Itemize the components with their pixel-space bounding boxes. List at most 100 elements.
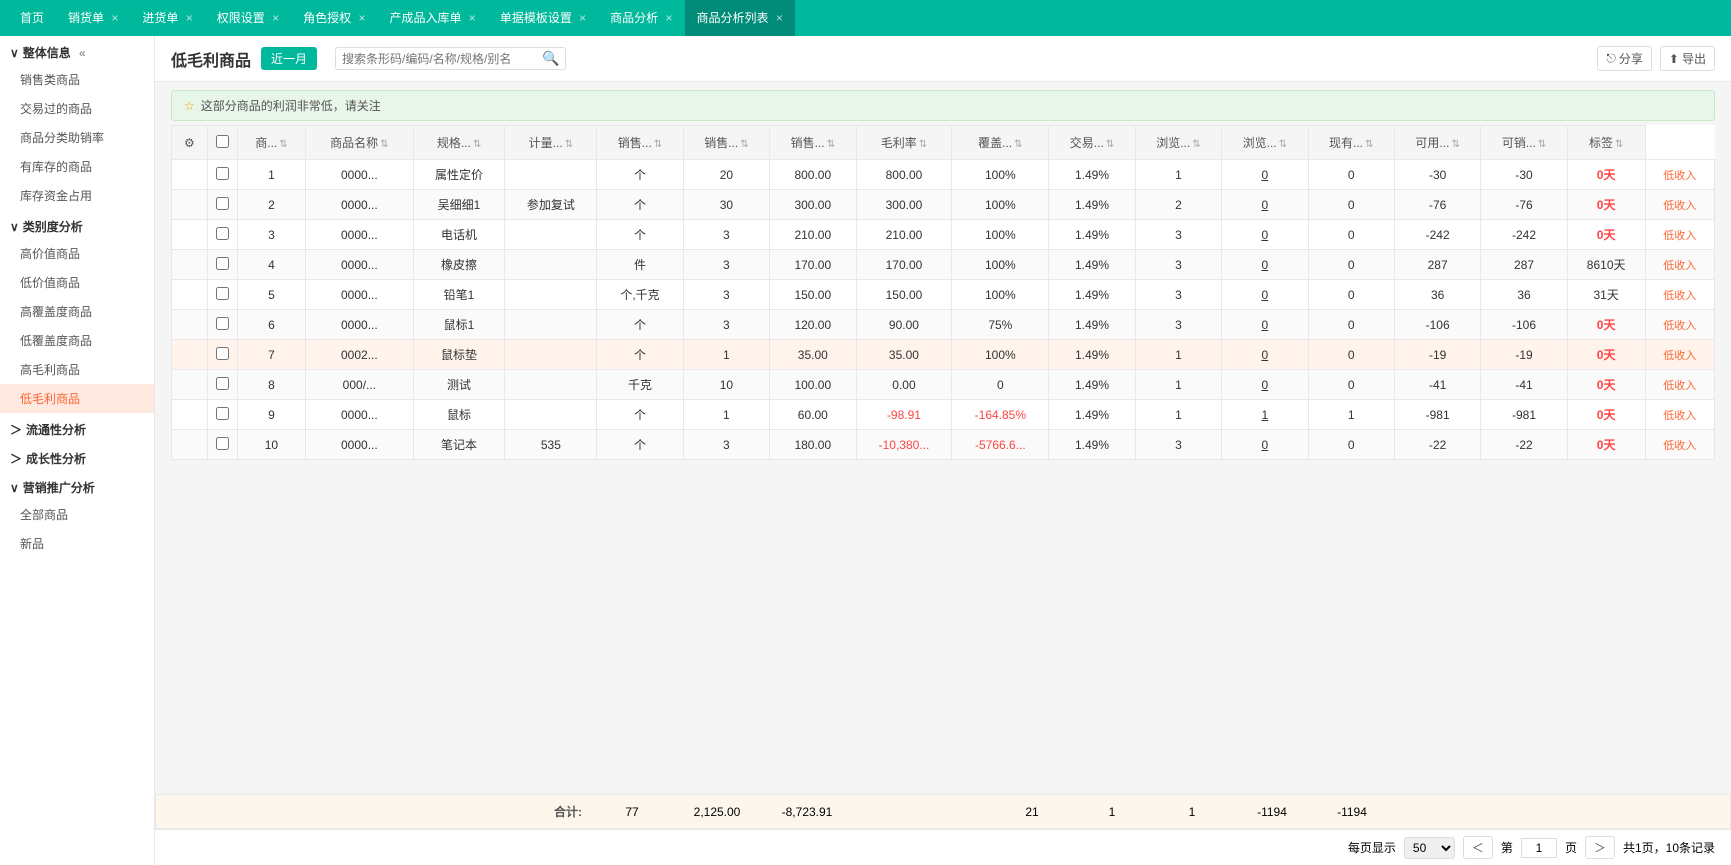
col-code[interactable]: 商...⇅: [237, 126, 305, 160]
search-icon[interactable]: 🔍: [542, 50, 559, 67]
sidebar-item-stock-products[interactable]: 有库存的商品: [0, 152, 154, 181]
close-icon[interactable]: ×: [111, 11, 118, 25]
sidebar-item-traded-products[interactable]: 交易过的商品: [0, 94, 154, 123]
col-name[interactable]: 商品名称⇅: [306, 126, 413, 160]
row-view-count1[interactable]: 0: [1222, 310, 1308, 340]
total-sale-amount: 2,125.00: [672, 805, 762, 819]
sidebar-item-high-value[interactable]: 高价值商品: [0, 239, 154, 268]
search-input[interactable]: [342, 52, 542, 66]
row-tag: 低收入: [1645, 370, 1714, 400]
col-view-count2[interactable]: 浏览...⇅: [1222, 126, 1308, 160]
row-view-count1[interactable]: 0: [1222, 250, 1308, 280]
row-coverage: 1.49%: [1049, 340, 1135, 370]
row-checkbox[interactable]: [207, 250, 237, 280]
row-tag: 低收入: [1645, 280, 1714, 310]
sidebar-group-growth-title[interactable]: ＞ 成长性分析: [0, 442, 154, 471]
sidebar-item-low-margin[interactable]: 低毛利商品: [0, 384, 154, 413]
col-gross-rate[interactable]: 毛利率⇅: [856, 126, 952, 160]
nav-purchase-order[interactable]: 进货单 ×: [130, 0, 204, 36]
sidebar-group-marketing-title[interactable]: ∨ 营销推广分析: [0, 471, 154, 500]
close-icon[interactable]: ×: [186, 11, 193, 25]
col-checkbox[interactable]: [207, 126, 237, 160]
total-row: 合计: 77 2,125.00 -8,723.91 21 1 1 -1194 -…: [155, 794, 1731, 829]
prev-page-button[interactable]: ＜: [1463, 836, 1493, 859]
col-trade-count[interactable]: 交易...⇅: [1049, 126, 1135, 160]
row-name: 笔记本: [413, 430, 505, 460]
row-view-count1[interactable]: 0: [1222, 340, 1308, 370]
row-trade-count: 1: [1135, 370, 1221, 400]
col-coverage[interactable]: 覆盖...⇅: [952, 126, 1049, 160]
col-tag[interactable]: 标签⇅: [1567, 126, 1645, 160]
row-checkbox[interactable]: [207, 160, 237, 190]
filter-recent-month-button[interactable]: 近一月: [261, 47, 317, 70]
col-saleable-stock[interactable]: 可销...⇅: [1481, 126, 1567, 160]
nav-template[interactable]: 单据模板设置 ×: [488, 0, 598, 36]
col-view-count1[interactable]: 浏览...⇅: [1135, 126, 1221, 160]
close-icon[interactable]: ×: [579, 11, 586, 25]
col-sale-qty[interactable]: 销售...⇅: [597, 126, 683, 160]
nav-product-analysis-list[interactable]: 商品分析列表 ×: [685, 0, 795, 36]
next-page-button[interactable]: ＞: [1585, 836, 1615, 859]
row-view-count1[interactable]: 0: [1222, 220, 1308, 250]
close-icon[interactable]: ×: [272, 11, 279, 25]
per-page-select[interactable]: 50 100: [1404, 837, 1455, 859]
close-icon[interactable]: ×: [666, 11, 673, 25]
row-view-count1[interactable]: 0: [1222, 190, 1308, 220]
row-checkbox[interactable]: [207, 280, 237, 310]
export-button[interactable]: ⬆ 导出: [1660, 46, 1715, 71]
row-view-count1[interactable]: 0: [1222, 280, 1308, 310]
collapse-button[interactable]: «: [75, 46, 90, 60]
col-available-stock[interactable]: 可用...⇅: [1394, 126, 1480, 160]
col-settings[interactable]: ⚙: [172, 126, 208, 160]
sidebar-item-sale-products[interactable]: 销售类商品: [0, 65, 154, 94]
sidebar-item-low-coverage[interactable]: 低覆盖度商品: [0, 326, 154, 355]
row-checkbox[interactable]: [207, 370, 237, 400]
row-checkbox[interactable]: [207, 220, 237, 250]
sidebar-item-low-value[interactable]: 低价值商品: [0, 268, 154, 297]
share-button[interactable]: ⎋ 分享: [1597, 46, 1652, 71]
sidebar-item-category-rate[interactable]: 商品分类助销率: [0, 123, 154, 152]
sidebar-group-category-title[interactable]: ∨ 类别度分析: [0, 210, 154, 239]
row-trade-count: 3: [1135, 310, 1221, 340]
close-icon[interactable]: ×: [469, 11, 476, 25]
page-input[interactable]: [1521, 838, 1557, 858]
col-unit[interactable]: 计量...⇅: [505, 126, 597, 160]
chevron-right-icon: ＞: [10, 421, 22, 438]
row-gross-rate: 100%: [952, 220, 1049, 250]
nav-product-analysis[interactable]: 商品分析 ×: [598, 0, 684, 36]
col-current-stock[interactable]: 现有...⇅: [1308, 126, 1394, 160]
sidebar-item-capital-occupy[interactable]: 库存资金占用: [0, 181, 154, 210]
row-checkbox[interactable]: [207, 430, 237, 460]
col-spec[interactable]: 规格...⇅: [413, 126, 505, 160]
select-all-checkbox[interactable]: [216, 135, 229, 148]
row-view-count1[interactable]: 1: [1222, 400, 1308, 430]
sidebar-item-high-coverage[interactable]: 高覆盖度商品: [0, 297, 154, 326]
row-checkbox[interactable]: [207, 400, 237, 430]
nav-sales-order[interactable]: 销货单 ×: [56, 0, 130, 36]
row-checkbox[interactable]: [207, 190, 237, 220]
row-trade-count: 1: [1135, 160, 1221, 190]
close-icon[interactable]: ×: [776, 11, 783, 25]
col-sale-amount[interactable]: 销售...⇅: [683, 126, 769, 160]
nav-home[interactable]: 首页: [8, 0, 56, 36]
sidebar-item-all-products[interactable]: 全部商品: [0, 500, 154, 529]
nav-product-entry[interactable]: 产成品入库单 ×: [377, 0, 487, 36]
notice-bar: ☆ 这部分商品的利润非常低，请关注: [171, 90, 1715, 121]
row-view-count1[interactable]: 0: [1222, 370, 1308, 400]
table-container[interactable]: ⚙ 商...⇅ 商品名称⇅ 规格...⇅ 计量...⇅ 销售...⇅ 销售...…: [155, 125, 1731, 794]
row-checkbox[interactable]: [207, 340, 237, 370]
row-code: 0000...: [306, 310, 413, 340]
total-gross-rate: [852, 805, 922, 819]
row-saleable-stock: 31天: [1567, 280, 1645, 310]
col-sale-profit[interactable]: 销售...⇅: [770, 126, 856, 160]
row-view-count1[interactable]: 0: [1222, 160, 1308, 190]
row-checkbox[interactable]: [207, 310, 237, 340]
sidebar-item-new-products[interactable]: 新品: [0, 529, 154, 558]
close-icon[interactable]: ×: [358, 11, 365, 25]
sidebar-item-high-margin[interactable]: 高毛利商品: [0, 355, 154, 384]
sidebar-group-overview-title[interactable]: ∨ 整体信息 «: [0, 36, 154, 65]
nav-role-auth[interactable]: 角色授权 ×: [291, 0, 377, 36]
nav-permission[interactable]: 权限设置 ×: [205, 0, 291, 36]
sidebar-group-liquidity-title[interactable]: ＞ 流通性分析: [0, 413, 154, 442]
row-view-count1[interactable]: 0: [1222, 430, 1308, 460]
